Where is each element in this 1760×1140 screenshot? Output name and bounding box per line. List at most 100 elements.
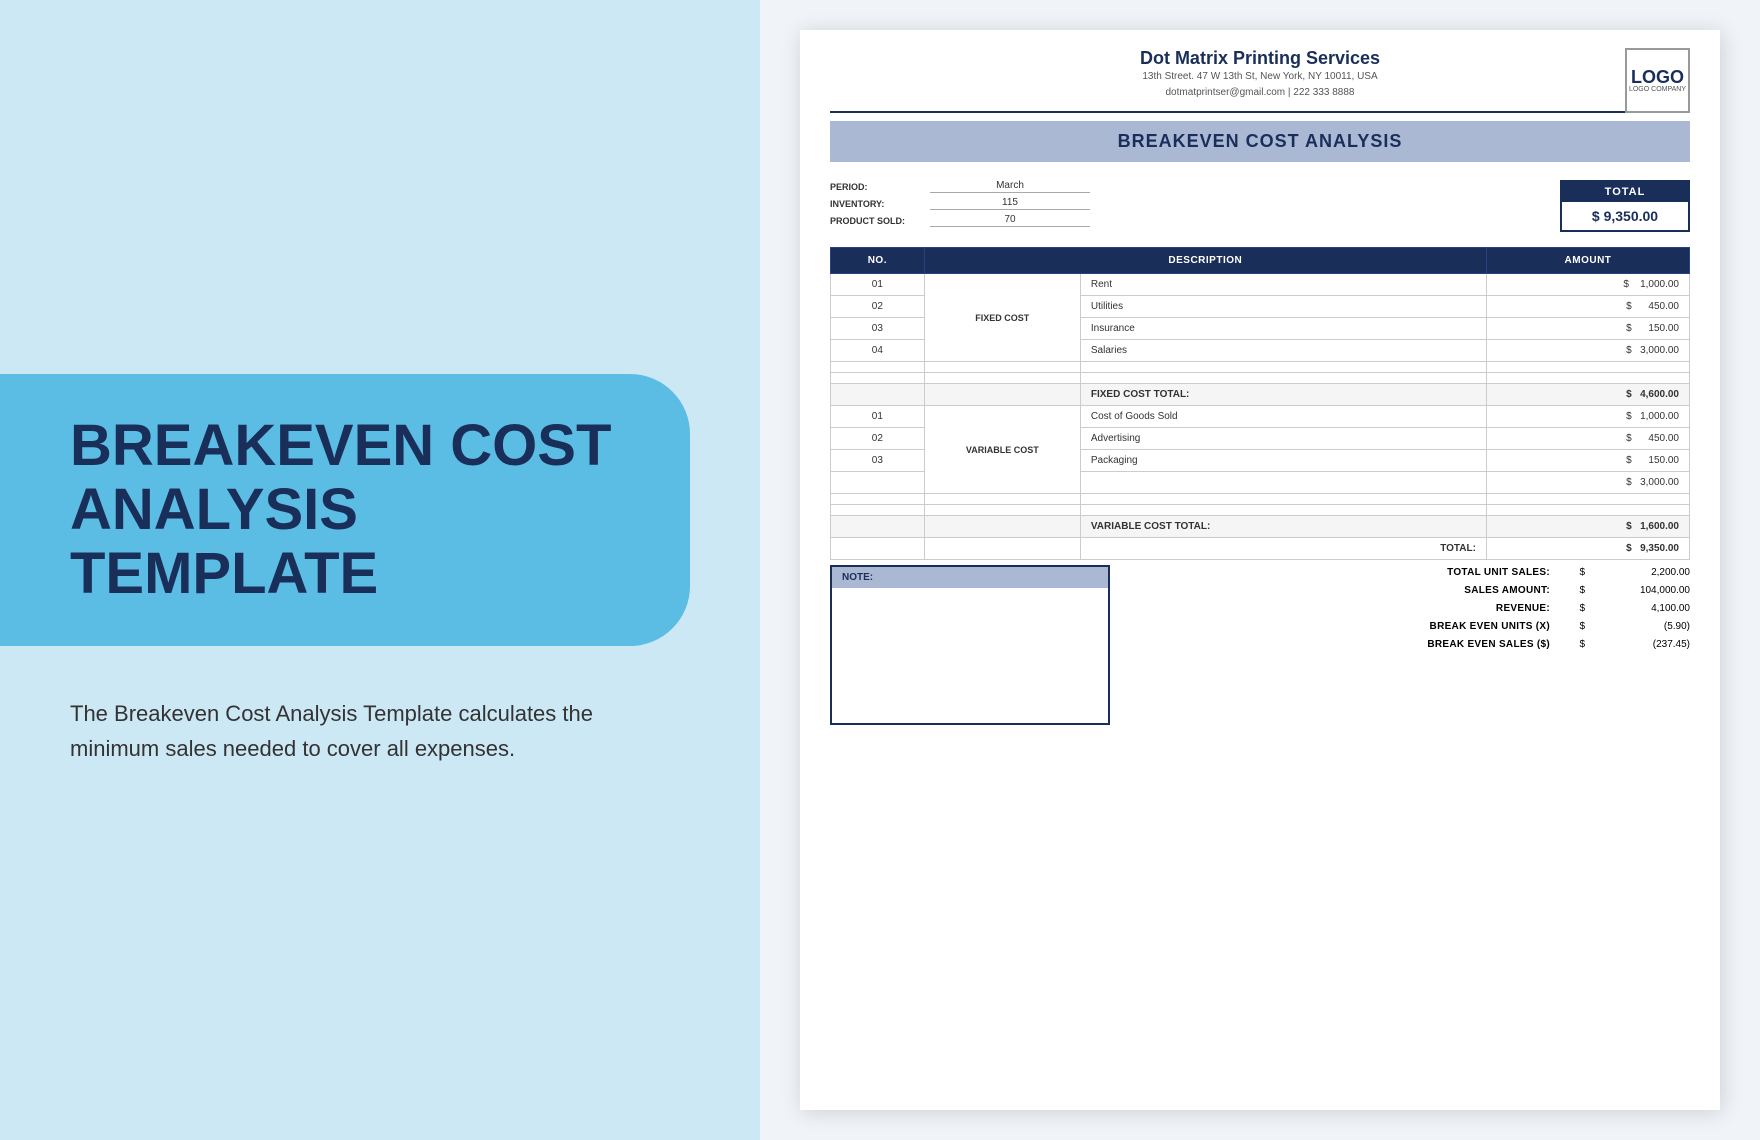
row-amount: $ 3,000.00	[1486, 472, 1689, 494]
summary-currency: $	[1565, 603, 1585, 614]
table-row-empty	[831, 505, 1690, 516]
summary-value: (237.45)	[1590, 639, 1690, 650]
period-value: March	[930, 180, 1090, 193]
summary-value: 2,200.00	[1590, 567, 1690, 578]
summary-label: SALES AMOUNT:	[1350, 585, 1550, 596]
summary-currency: $	[1565, 621, 1585, 632]
inventory-label: INVENTORY:	[830, 199, 930, 209]
title-box: BREAKEVEN COST ANALYSIS TEMPLATE	[0, 374, 690, 645]
table-row: 01 VARIABLE COST Cost of Goods Sold $ 1,…	[831, 406, 1690, 428]
inventory-value: 115	[930, 197, 1090, 210]
grand-total-label: TOTAL:	[1080, 538, 1486, 560]
fixed-cost-total-value: $ 4,600.00	[1486, 384, 1689, 406]
meta-section: PERIOD: March INVENTORY: 115 PRODUCT SOL…	[800, 170, 1720, 242]
table-row-empty	[831, 362, 1690, 373]
variable-cost-total-label: VARIABLE COST TOTAL:	[1080, 516, 1486, 538]
note-content	[832, 588, 1108, 708]
main-table: NO. DESCRIPTION AMOUNT 01 FIXED COST Ren…	[830, 247, 1690, 560]
title-banner: BREAKEVEN COST ANALYSIS	[830, 121, 1690, 162]
product-sold-label: PRODUCT SOLD:	[830, 216, 930, 226]
summary-table: TOTAL UNIT SALES: $ 2,200.00 SALES AMOUN…	[1120, 565, 1690, 725]
row-no: 02	[831, 428, 925, 450]
left-panel: BREAKEVEN COST ANALYSIS TEMPLATE The Bre…	[0, 0, 760, 1140]
table-row: 01 FIXED COST Rent $ 1,000.00	[831, 274, 1690, 296]
summary-label: BREAK EVEN UNITS (X)	[1350, 621, 1550, 632]
row-desc	[1080, 472, 1486, 494]
product-sold-value: 70	[930, 214, 1090, 227]
right-panel: Dot Matrix Printing Services 13th Street…	[760, 0, 1760, 1140]
row-desc: Advertising	[1080, 428, 1486, 450]
meta-fields: PERIOD: March INVENTORY: 115 PRODUCT SOL…	[830, 180, 1540, 231]
col-no: NO.	[831, 248, 925, 274]
inventory-row: INVENTORY: 115	[830, 197, 1540, 210]
logo-box: LOGO LOGO COMPANY	[1625, 48, 1690, 113]
document-title: BREAKEVEN COST ANALYSIS	[840, 131, 1680, 152]
fixed-cost-total-row: FIXED COST TOTAL: $ 4,600.00	[831, 384, 1690, 406]
summary-row-breakeven-sales: BREAK EVEN SALES ($) $ (237.45)	[1120, 637, 1690, 652]
row-no: 03	[831, 318, 925, 340]
summary-currency: $	[1565, 567, 1585, 578]
row-no: 04	[831, 340, 925, 362]
product-sold-row: PRODUCT SOLD: 70	[830, 214, 1540, 227]
summary-value: 4,100.00	[1590, 603, 1690, 614]
main-title: BREAKEVEN COST ANALYSIS TEMPLATE	[70, 414, 640, 605]
row-amount: $ 150.00	[1486, 450, 1689, 472]
summary-currency: $	[1565, 639, 1585, 650]
period-row: PERIOD: March	[830, 180, 1540, 193]
row-category: FIXED COST	[924, 274, 1080, 362]
row-no	[831, 472, 925, 494]
col-description: DESCRIPTION	[924, 248, 1486, 274]
table-header-row: NO. DESCRIPTION AMOUNT	[831, 248, 1690, 274]
grand-total-value: $ 9,350.00	[1486, 538, 1689, 560]
col-amount: AMOUNT	[1486, 248, 1689, 274]
table-row-empty	[831, 373, 1690, 384]
table-row-empty	[831, 494, 1690, 505]
fixed-cost-total-label: FIXED COST TOTAL:	[1080, 384, 1486, 406]
note-box: NOTE:	[830, 565, 1110, 725]
logo-sub-text: LOGO COMPANY	[1629, 86, 1686, 93]
document: Dot Matrix Printing Services 13th Street…	[800, 30, 1720, 1110]
summary-row-revenue: REVENUE: $ 4,100.00	[1120, 601, 1690, 616]
doc-header: Dot Matrix Printing Services 13th Street…	[800, 30, 1720, 111]
note-label: NOTE:	[832, 567, 1108, 588]
row-no: 01	[831, 406, 925, 428]
summary-value: (5.90)	[1590, 621, 1690, 632]
summary-label: TOTAL UNIT SALES:	[1350, 567, 1550, 578]
row-amount: $ 1,000.00	[1486, 406, 1689, 428]
row-no: 03	[831, 450, 925, 472]
row-desc: Utilities	[1080, 296, 1486, 318]
grand-total-row: TOTAL: $ 9,350.00	[831, 538, 1690, 560]
row-desc: Rent	[1080, 274, 1486, 296]
row-no: 01	[831, 274, 925, 296]
row-desc: Cost of Goods Sold	[1080, 406, 1486, 428]
period-label: PERIOD:	[830, 182, 930, 192]
row-amount: $ 450.00	[1486, 296, 1689, 318]
summary-row-breakeven-units: BREAK EVEN UNITS (X) $ (5.90)	[1120, 619, 1690, 634]
summary-row-sales: SALES AMOUNT: $ 104,000.00	[1120, 583, 1690, 598]
bottom-section: NOTE: TOTAL UNIT SALES: $ 2,200.00 SALES…	[830, 565, 1690, 725]
row-no: 02	[831, 296, 925, 318]
summary-value: 104,000.00	[1590, 585, 1690, 596]
description-text: The Breakeven Cost Analysis Template cal…	[70, 696, 630, 766]
row-amount: $ 1,000.00	[1486, 274, 1689, 296]
company-address: 13th Street. 47 W 13th St, New York, NY …	[1140, 69, 1380, 101]
total-box-value: $ 9,350.00	[1562, 202, 1688, 230]
header-divider	[830, 111, 1690, 113]
summary-label: BREAK EVEN SALES ($)	[1350, 639, 1550, 650]
company-name: Dot Matrix Printing Services	[1140, 48, 1380, 69]
total-box: TOTAL $ 9,350.00	[1560, 180, 1690, 232]
variable-cost-total-value: $ 1,600.00	[1486, 516, 1689, 538]
row-desc: Packaging	[1080, 450, 1486, 472]
total-box-label: TOTAL	[1562, 182, 1688, 202]
summary-row-total-unit: TOTAL UNIT SALES: $ 2,200.00	[1120, 565, 1690, 580]
row-amount: $ 150.00	[1486, 318, 1689, 340]
company-info: Dot Matrix Printing Services 13th Street…	[1140, 48, 1380, 101]
row-category: VARIABLE COST	[924, 406, 1080, 494]
summary-currency: $	[1565, 585, 1585, 596]
summary-label: REVENUE:	[1350, 603, 1550, 614]
row-amount: $ 450.00	[1486, 428, 1689, 450]
row-amount: $ 3,000.00	[1486, 340, 1689, 362]
row-desc: Salaries	[1080, 340, 1486, 362]
variable-cost-total-row: VARIABLE COST TOTAL: $ 1,600.00	[831, 516, 1690, 538]
logo-main-text: LOGO	[1631, 68, 1684, 86]
